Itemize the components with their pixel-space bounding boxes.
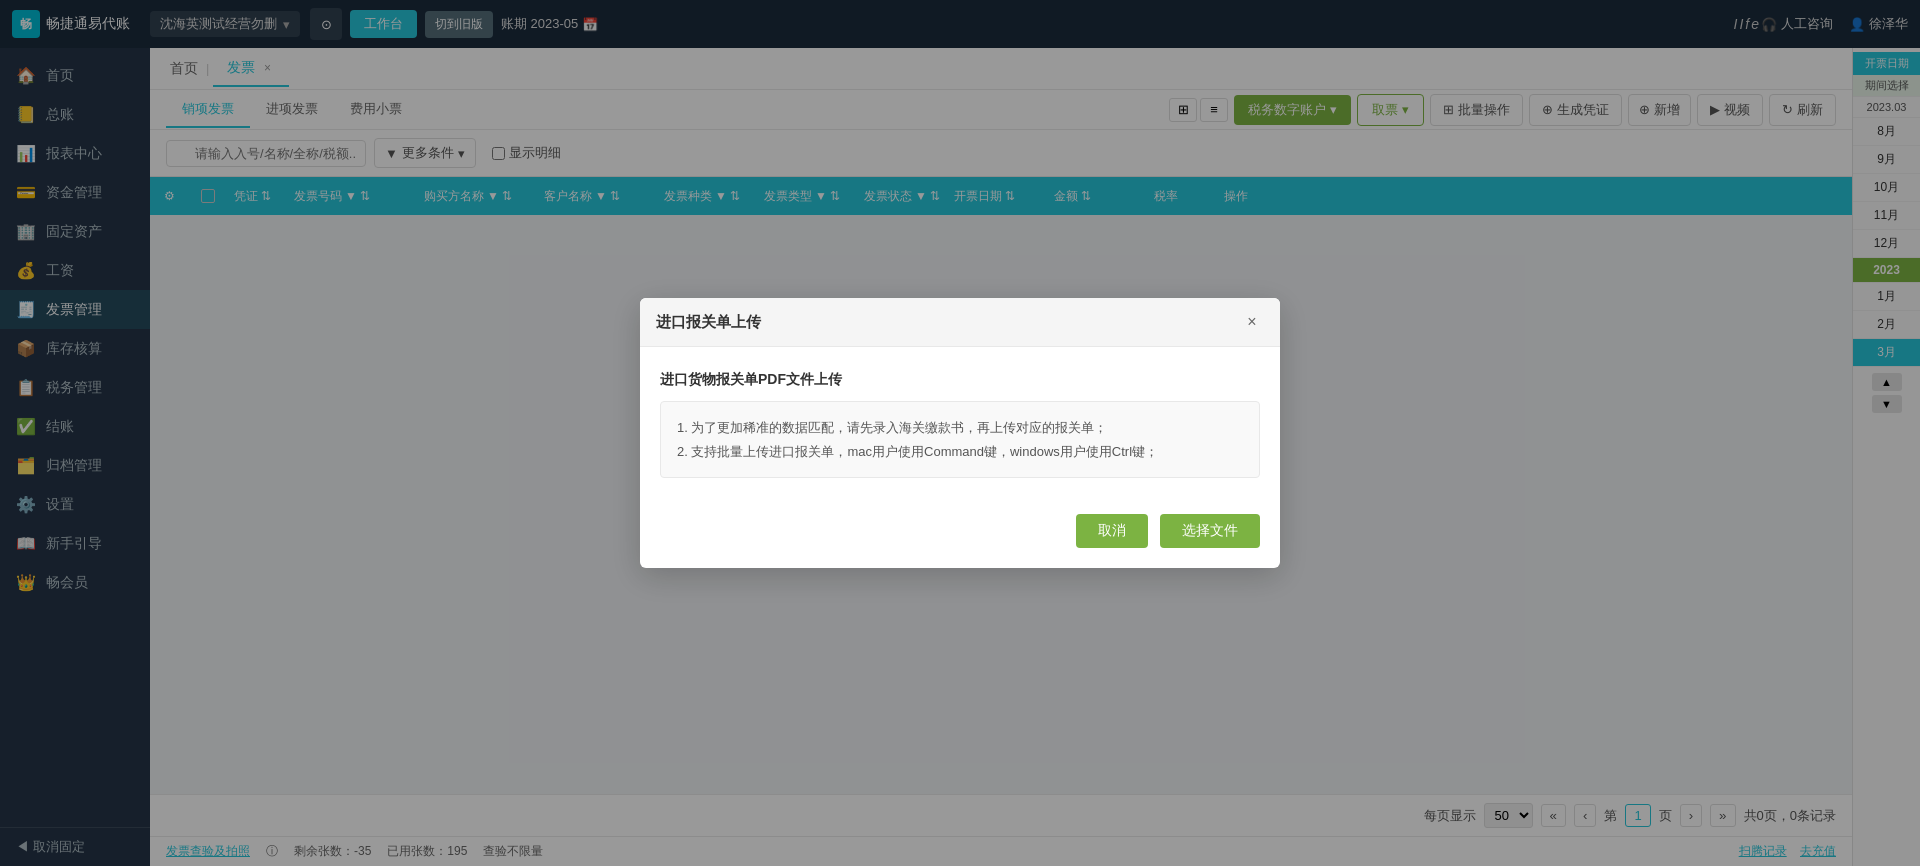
dialog-info-box: 1. 为了更加稀准的数据匹配，请先录入海关缴款书，再上传对应的报关单； 2. 支… xyxy=(660,401,1260,478)
dialog-cancel-button[interactable]: 取消 xyxy=(1076,514,1148,548)
dialog-title: 进口报关单上传 xyxy=(656,313,761,332)
dialog-select-file-button[interactable]: 选择文件 xyxy=(1160,514,1260,548)
dialog-section-title: 进口货物报关单PDF文件上传 xyxy=(660,371,1260,389)
dialog-footer: 取消 选择文件 xyxy=(640,502,1280,568)
dialog-close-button[interactable]: × xyxy=(1240,310,1264,334)
dialog-overlay: 进口报关单上传 × 进口货物报关单PDF文件上传 1. 为了更加稀准的数据匹配，… xyxy=(0,0,1920,866)
dialog-body: 进口货物报关单PDF文件上传 1. 为了更加稀准的数据匹配，请先录入海关缴款书，… xyxy=(640,347,1280,502)
dialog-header: 进口报关单上传 × xyxy=(640,298,1280,347)
dialog-info-item-1: 1. 为了更加稀准的数据匹配，请先录入海关缴款书，再上传对应的报关单； xyxy=(677,416,1243,439)
import-customs-dialog: 进口报关单上传 × 进口货物报关单PDF文件上传 1. 为了更加稀准的数据匹配，… xyxy=(640,298,1280,568)
dialog-info-item-2: 2. 支持批量上传进口报关单，mac用户使用Command键，windows用户… xyxy=(677,440,1243,463)
